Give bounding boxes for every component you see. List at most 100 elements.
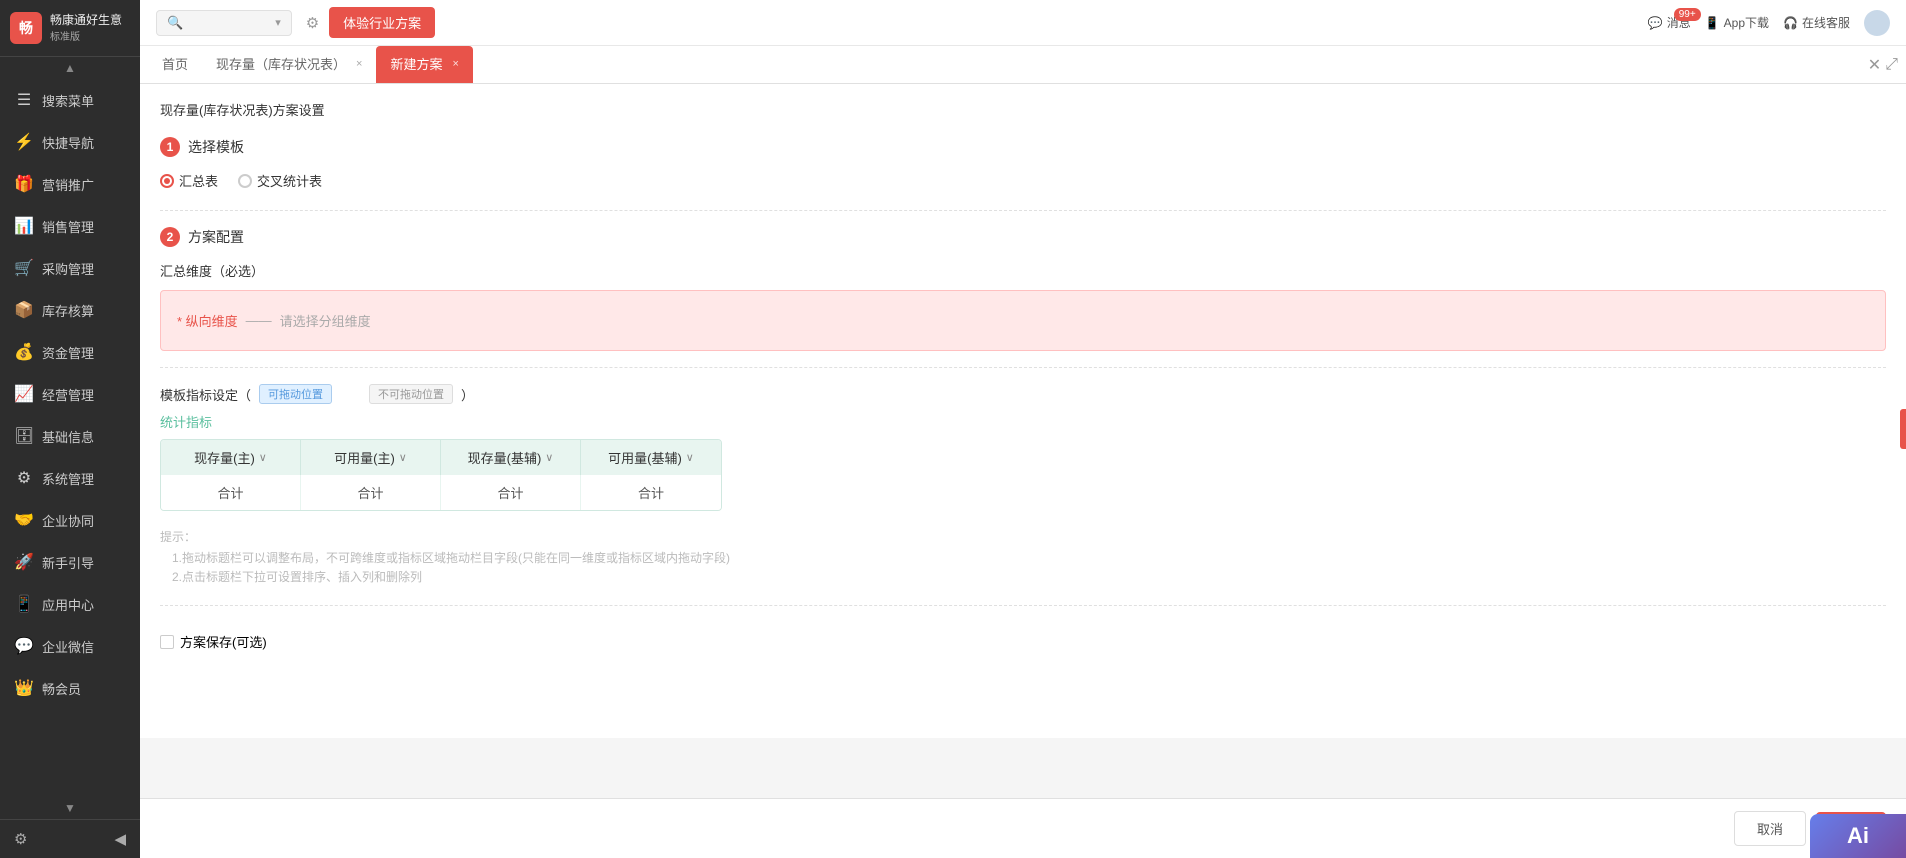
stats-cell-0: 合计	[161, 475, 301, 510]
ai-label: Ai	[1847, 823, 1869, 849]
resize-handle[interactable]	[1900, 409, 1906, 449]
sidebar-scroll-down[interactable]: ▼	[0, 797, 140, 819]
cancel-button[interactable]: 取消	[1734, 811, 1806, 846]
app-name: 畅康通好生意	[50, 13, 122, 29]
stats-col-2-chevron[interactable]: ∨	[545, 451, 553, 464]
save-scheme-label: 方案保存(可选)	[180, 632, 267, 651]
sidebar-item-7[interactable]: 📈 经营管理	[0, 373, 140, 415]
sidebar-item-icon-10: 🤝	[14, 510, 34, 530]
stats-col-3-chevron[interactable]: ∨	[686, 451, 694, 464]
sidebar-item-icon-7: 📈	[14, 384, 34, 404]
settings-icon[interactable]: ⚙	[14, 830, 27, 848]
sidebar-item-label-2: 营销推广	[42, 175, 94, 194]
stats-col-1-label: 可用量(主)	[334, 448, 395, 467]
tab-home-label: 首页	[162, 54, 188, 73]
topbar-app-download[interactable]: 📱 App下载	[1705, 14, 1769, 31]
sidebar-item-5[interactable]: 📦库存核算	[0, 289, 140, 331]
stats-col-1-chevron[interactable]: ∨	[399, 451, 407, 464]
sidebar-item-icon-5: 📦	[14, 300, 34, 320]
stats-section-label: 统计指标	[160, 412, 1886, 431]
sidebar-item-14[interactable]: 👑畅会员	[0, 667, 140, 709]
sidebar-item-10[interactable]: 🤝 企业协同	[0, 499, 140, 541]
collapse-icon[interactable]: ◀	[114, 830, 126, 848]
tab-home[interactable]: 首页	[148, 46, 202, 83]
search-dropdown-icon[interactable]: ▾	[275, 16, 281, 29]
step2-content: 汇总维度（必选） * 纵向维度 —— 请选择分组维度 模板指标设定（ 可拖动位置…	[160, 261, 1886, 585]
dimension-placeholder: 请选择分组维度	[280, 311, 371, 330]
stats-col-1[interactable]: 可用量(主) ∨	[301, 440, 441, 475]
sidebar-item-icon-13: 💬	[14, 636, 34, 656]
stats-cell-3: 合计	[581, 475, 721, 510]
vertical-dimension-label: * 纵向维度	[177, 311, 238, 330]
tab-inventory-close[interactable]: ×	[352, 58, 362, 70]
stats-header-row: 现存量(主) ∨ 可用量(主) ∨ 现存量(基辅) ∨	[161, 440, 721, 475]
stats-col-3[interactable]: 可用量(基辅) ∨	[581, 440, 721, 475]
step1-header: 1 选择模板	[160, 137, 1886, 157]
sidebar-item-icon-8: 🗄	[14, 426, 34, 446]
step2-block: 2 方案配置 汇总维度（必选） * 纵向维度 —— 请选择分组维度 模板指标设定…	[160, 227, 1886, 585]
search-box[interactable]: 🔍 ▾	[156, 10, 292, 36]
template-radio-group: 汇总表 交叉统计表	[160, 171, 1886, 190]
topbar-online-service[interactable]: 🎧 在线客服	[1783, 14, 1850, 31]
sidebar-item-4[interactable]: 🛒采购管理	[0, 247, 140, 289]
sidebar-item-9[interactable]: ⚙系统管理	[0, 457, 140, 499]
sidebar-item-2[interactable]: 🎁营销推广	[0, 163, 140, 205]
service-icon: 🎧	[1783, 16, 1798, 30]
sidebar-item-label-1: 快捷导航	[42, 133, 94, 152]
step2-header: 2 方案配置	[160, 227, 1886, 247]
sidebar-logo: 畅 畅康通好生意 标准版	[0, 0, 140, 57]
sidebar-item-13[interactable]: 💬企业微信	[0, 625, 140, 667]
tab-new-scheme-close[interactable]: ×	[448, 58, 458, 70]
ai-float-button[interactable]: Ai	[1810, 814, 1906, 858]
radio-summary-table[interactable]: 汇总表	[160, 171, 218, 190]
message-icon: 💬	[1648, 16, 1663, 30]
topbar: 🔍 ▾ ⚙ 体验行业方案 💬 消息 99+ 📱 App下载 🎧 在线客服	[140, 0, 1906, 46]
save-checkbox-box	[160, 635, 174, 649]
tab-new-scheme-label: 新建方案	[390, 54, 442, 73]
sidebar-item-12[interactable]: 📱应用中心	[0, 583, 140, 625]
tab-close-all-icon[interactable]: ✕	[1868, 55, 1881, 75]
save-scheme-checkbox[interactable]: 方案保存(可选)	[160, 632, 267, 651]
sidebar-item-1[interactable]: ⚡快捷导航	[0, 121, 140, 163]
sidebar-item-0[interactable]: ☰搜索菜单	[0, 79, 140, 121]
stats-col-2[interactable]: 现存量(基辅) ∨	[441, 440, 581, 475]
required-dimension-box[interactable]: * 纵向维度 —— 请选择分组维度	[160, 290, 1886, 351]
summary-dimension-label: 汇总维度（必选）	[160, 261, 1886, 280]
sidebar-item-icon-3: 📊	[14, 216, 34, 236]
sidebar-scroll-up[interactable]: ▲	[0, 57, 140, 79]
sidebar-item-label-4: 采购管理	[42, 259, 94, 278]
message-badge: 99+	[1674, 8, 1701, 21]
sidebar-item-6[interactable]: 💰资金管理	[0, 331, 140, 373]
step2-number: 2	[160, 227, 180, 247]
sidebar-item-icon-12: 📱	[14, 594, 34, 614]
tip-item-0: 1.拖动标题栏可以调整布局，不可跨维度或指标区域拖动栏目字段(只能在同一维度或指…	[160, 549, 1886, 566]
sidebar-item-8[interactable]: 🗄 基础信息	[0, 415, 140, 457]
sidebar-item-icon-14: 👑	[14, 678, 34, 698]
step1-number: 1	[160, 137, 180, 157]
sidebar-item-3[interactable]: 📊销售管理	[0, 205, 140, 247]
sidebar-item-label-8: 基础信息	[42, 427, 94, 446]
sidebar-footer: ⚙ ◀	[0, 819, 140, 858]
app-label: App下载	[1724, 14, 1769, 31]
sidebar-item-11[interactable]: 🚀新手引导	[0, 541, 140, 583]
tab-expand-icon[interactable]: ⤢	[1885, 56, 1898, 74]
page-content: 现存量(库存状况表)方案设置 1 选择模板 汇总表 交叉统计	[140, 84, 1906, 798]
sidebar-item-label-0: 搜索菜单	[42, 91, 94, 110]
stats-cell-1: 合计	[301, 475, 441, 510]
tip-item-1: 2.点击标题栏下拉可设置排序、插入列和删除列	[160, 568, 1886, 585]
tab-inventory[interactable]: 现存量（库存状况表） ×	[202, 46, 376, 83]
industry-btn[interactable]: 体验行业方案	[329, 7, 435, 38]
stats-col-0-chevron[interactable]: ∨	[259, 451, 267, 464]
topbar-messages[interactable]: 💬 消息 99+	[1648, 14, 1691, 31]
user-avatar[interactable]	[1864, 10, 1890, 36]
tab-new-scheme[interactable]: 新建方案 ×	[376, 46, 472, 83]
topbar-gear-icon[interactable]: ⚙	[306, 14, 319, 32]
draggable-badge: 可拖动位置	[259, 384, 332, 404]
radio-cross-table[interactable]: 交叉统计表	[238, 171, 322, 190]
sidebar-item-label-7: 经营管理	[42, 385, 94, 404]
search-input[interactable]	[189, 16, 269, 30]
stats-col-0[interactable]: 现存量(主) ∨	[161, 440, 301, 475]
save-scheme-section: 方案保存(可选)	[160, 622, 1886, 661]
radio-cross-dot	[238, 174, 252, 188]
sidebar-item-label-10: 企业协同	[42, 511, 94, 530]
